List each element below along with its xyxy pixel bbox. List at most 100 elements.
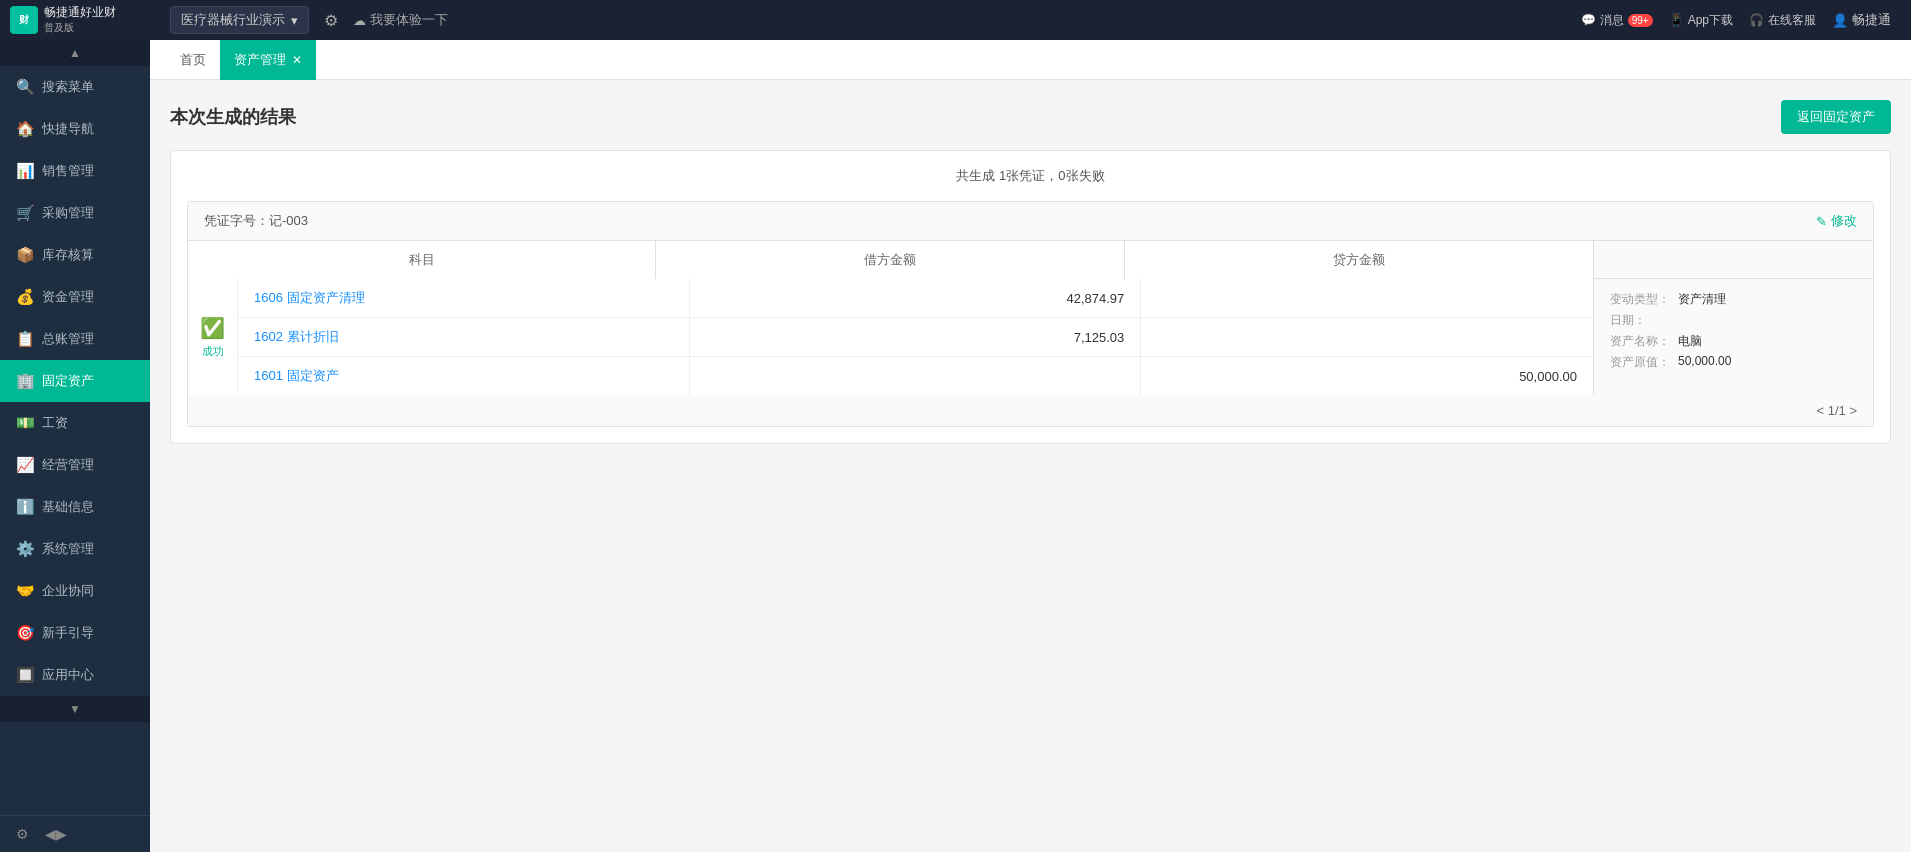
tab-home-label: 首页 xyxy=(180,51,206,69)
cell-subject-0[interactable]: 1606 固定资产清理 xyxy=(238,279,690,317)
online-service-label: 在线客服 xyxy=(1768,12,1816,29)
app-name: 畅捷通好业财 xyxy=(44,5,116,21)
sidebar-item-fixed-assets[interactable]: 🏢 固定资产 xyxy=(0,360,150,402)
app-download-button[interactable]: 📱 App下载 xyxy=(1669,12,1733,29)
sidebar-item-sales[interactable]: 📊 销售管理 xyxy=(0,150,150,192)
message-badge: 99+ xyxy=(1628,14,1653,27)
sidebar-scroll-up[interactable]: ▲ xyxy=(0,40,150,66)
enterprise-icon: 🤝 xyxy=(16,582,34,600)
sidebar-item-operations[interactable]: 📈 经营管理 xyxy=(0,444,150,486)
fund-icon: 💰 xyxy=(16,288,34,306)
asset-name-value: 电脑 xyxy=(1678,333,1702,350)
back-to-fixed-assets-button[interactable]: 返回固定资产 xyxy=(1781,100,1891,134)
col-credit: 贷方金额 xyxy=(1125,241,1593,279)
operations-icon: 📈 xyxy=(16,456,34,474)
logo-area: 财 畅捷通好业财 普及版 xyxy=(10,5,160,35)
message-label: 消息 xyxy=(1600,12,1624,29)
date-row: 日期： xyxy=(1610,312,1857,329)
sidebar-bottom: ⚙ ◀▶ xyxy=(0,815,150,852)
pagination[interactable]: < 1/1 > xyxy=(188,395,1873,426)
company-name: 医疗器械行业演示 xyxy=(181,11,285,29)
sidebar-label-system: 系统管理 xyxy=(42,540,94,558)
sales-icon: 📊 xyxy=(16,162,34,180)
sidebar-label-inventory: 库存核算 xyxy=(42,246,94,264)
sidebar-item-purchase[interactable]: 🛒 采购管理 xyxy=(0,192,150,234)
user-avatar-icon: 👤 xyxy=(1832,13,1848,28)
page-header: 本次生成的结果 返回固定资产 xyxy=(170,100,1891,134)
sidebar-label-fixed-assets: 固定资产 xyxy=(42,372,94,390)
sidebar-item-enterprise[interactable]: 🤝 企业协同 xyxy=(0,570,150,612)
fixed-assets-icon: 🏢 xyxy=(16,372,34,390)
cell-credit-0 xyxy=(1141,279,1593,317)
voucher-table: 科目 借方金额 贷方金额 ✅ xyxy=(188,241,1873,426)
main-layout: ▲ 🔍 搜索菜单 🏠 快捷导航 📊 销售管理 🛒 采购管理 📦 库存核算 💰 资… xyxy=(0,40,1911,852)
try-button[interactable]: ☁ 我要体验一下 xyxy=(353,11,448,29)
logo-text-area: 畅捷通好业财 普及版 xyxy=(44,5,116,35)
cell-credit-2: 50,000.00 xyxy=(1141,357,1593,395)
result-summary: 共生成 1张凭证，0张失败 xyxy=(187,167,1874,185)
sidebar-item-guide[interactable]: 🎯 新手引导 xyxy=(0,612,150,654)
user-area[interactable]: 👤 畅捷通 xyxy=(1832,11,1891,29)
sidebar-item-inventory[interactable]: 📦 库存核算 xyxy=(0,234,150,276)
tab-asset-mgmt[interactable]: 资产管理 ✕ xyxy=(220,40,316,80)
edit-button[interactable]: ✎ 修改 xyxy=(1816,212,1857,230)
app-version: 普及版 xyxy=(44,21,116,35)
mobile-icon: 📱 xyxy=(1669,13,1684,27)
sidebar: ▲ 🔍 搜索菜单 🏠 快捷导航 📊 销售管理 🛒 采购管理 📦 库存核算 💰 资… xyxy=(0,40,150,852)
sidebar-label-search: 搜索菜单 xyxy=(42,78,94,96)
table-rows: 1606 固定资产清理 42,874.97 1602 累计折旧 7,125.03 xyxy=(238,279,1593,395)
sidebar-label-payroll: 工资 xyxy=(42,414,68,432)
header-right: 💬 消息 99+ 📱 App下载 🎧 在线客服 👤 畅捷通 xyxy=(1581,11,1901,29)
success-label: 成功 xyxy=(202,344,224,359)
table-header-side xyxy=(1593,241,1873,279)
asset-name-label: 资产名称： xyxy=(1610,333,1670,350)
sidebar-scroll-down[interactable]: ▼ xyxy=(0,696,150,722)
sidebar-label-basic-info: 基础信息 xyxy=(42,498,94,516)
sidebar-label-app-center: 应用中心 xyxy=(42,666,94,684)
page-content: 本次生成的结果 返回固定资产 共生成 1张凭证，0张失败 凭证字号：记-003 … xyxy=(150,80,1911,852)
dropdown-arrow-icon: ▾ xyxy=(291,13,298,28)
sidebar-item-basic-info[interactable]: ℹ️ 基础信息 xyxy=(0,486,150,528)
cell-credit-1 xyxy=(1141,318,1593,356)
table-body: ✅ 成功 1606 固定资产清理 42,874.97 xyxy=(188,279,1873,395)
page-title: 本次生成的结果 xyxy=(170,105,296,129)
sidebar-label-quick-nav: 快捷导航 xyxy=(42,120,94,138)
col-debit: 借方金额 xyxy=(656,241,1124,279)
cloud-icon: ☁ xyxy=(353,13,366,28)
message-button[interactable]: 💬 消息 99+ xyxy=(1581,12,1653,29)
tab-home[interactable]: 首页 xyxy=(166,40,220,80)
sidebar-item-fund[interactable]: 💰 资金管理 xyxy=(0,276,150,318)
sidebar-label-operations: 经营管理 xyxy=(42,456,94,474)
cell-debit-1: 7,125.03 xyxy=(690,318,1142,356)
cell-subject-2[interactable]: 1601 固定资产 xyxy=(238,357,690,395)
message-icon: 💬 xyxy=(1581,13,1596,27)
table-header: 科目 借方金额 贷方金额 xyxy=(188,241,1873,279)
asset-value-value: 50,000.00 xyxy=(1678,354,1731,371)
table-row: 1606 固定资产清理 42,874.97 xyxy=(238,279,1593,318)
sidebar-item-ledger[interactable]: 📋 总账管理 xyxy=(0,318,150,360)
sidebar-item-search[interactable]: 🔍 搜索菜单 xyxy=(0,66,150,108)
voucher-header: 凭证字号：记-003 ✎ 修改 xyxy=(188,202,1873,241)
table-header-main: 科目 借方金额 贷方金额 xyxy=(188,241,1593,279)
edit-label: 修改 xyxy=(1831,212,1857,230)
sidebar-item-app-center[interactable]: 🔲 应用中心 xyxy=(0,654,150,696)
sidebar-item-quick-nav[interactable]: 🏠 快捷导航 xyxy=(0,108,150,150)
asset-value-label: 资产原值： xyxy=(1610,354,1670,371)
sidebar-item-system[interactable]: ⚙️ 系统管理 xyxy=(0,528,150,570)
search-icon: 🔍 xyxy=(16,78,34,96)
voucher-section: 凭证字号：记-003 ✎ 修改 科目 借方金额 xyxy=(187,201,1874,427)
sidebar-label-purchase: 采购管理 xyxy=(42,204,94,222)
sidebar-item-payroll[interactable]: 💵 工资 xyxy=(0,402,150,444)
sidebar-label-sales: 销售管理 xyxy=(42,162,94,180)
company-selector[interactable]: 医疗器械行业演示 ▾ xyxy=(170,6,309,34)
online-service-button[interactable]: 🎧 在线客服 xyxy=(1749,12,1816,29)
change-type-value: 资产清理 xyxy=(1678,291,1726,308)
sidebar-collapse-btn[interactable]: ◀▶ xyxy=(45,826,67,842)
tab-close-icon[interactable]: ✕ xyxy=(292,53,302,67)
cell-subject-1[interactable]: 1602 累计折旧 xyxy=(238,318,690,356)
settings-button[interactable]: ⚙ xyxy=(317,6,345,34)
sidebar-settings-btn[interactable]: ⚙ xyxy=(16,826,29,842)
table-rows-area: ✅ 成功 1606 固定资产清理 42,874.97 xyxy=(188,279,1593,395)
change-type-label: 变动类型： xyxy=(1610,291,1670,308)
headset-icon: 🎧 xyxy=(1749,13,1764,27)
